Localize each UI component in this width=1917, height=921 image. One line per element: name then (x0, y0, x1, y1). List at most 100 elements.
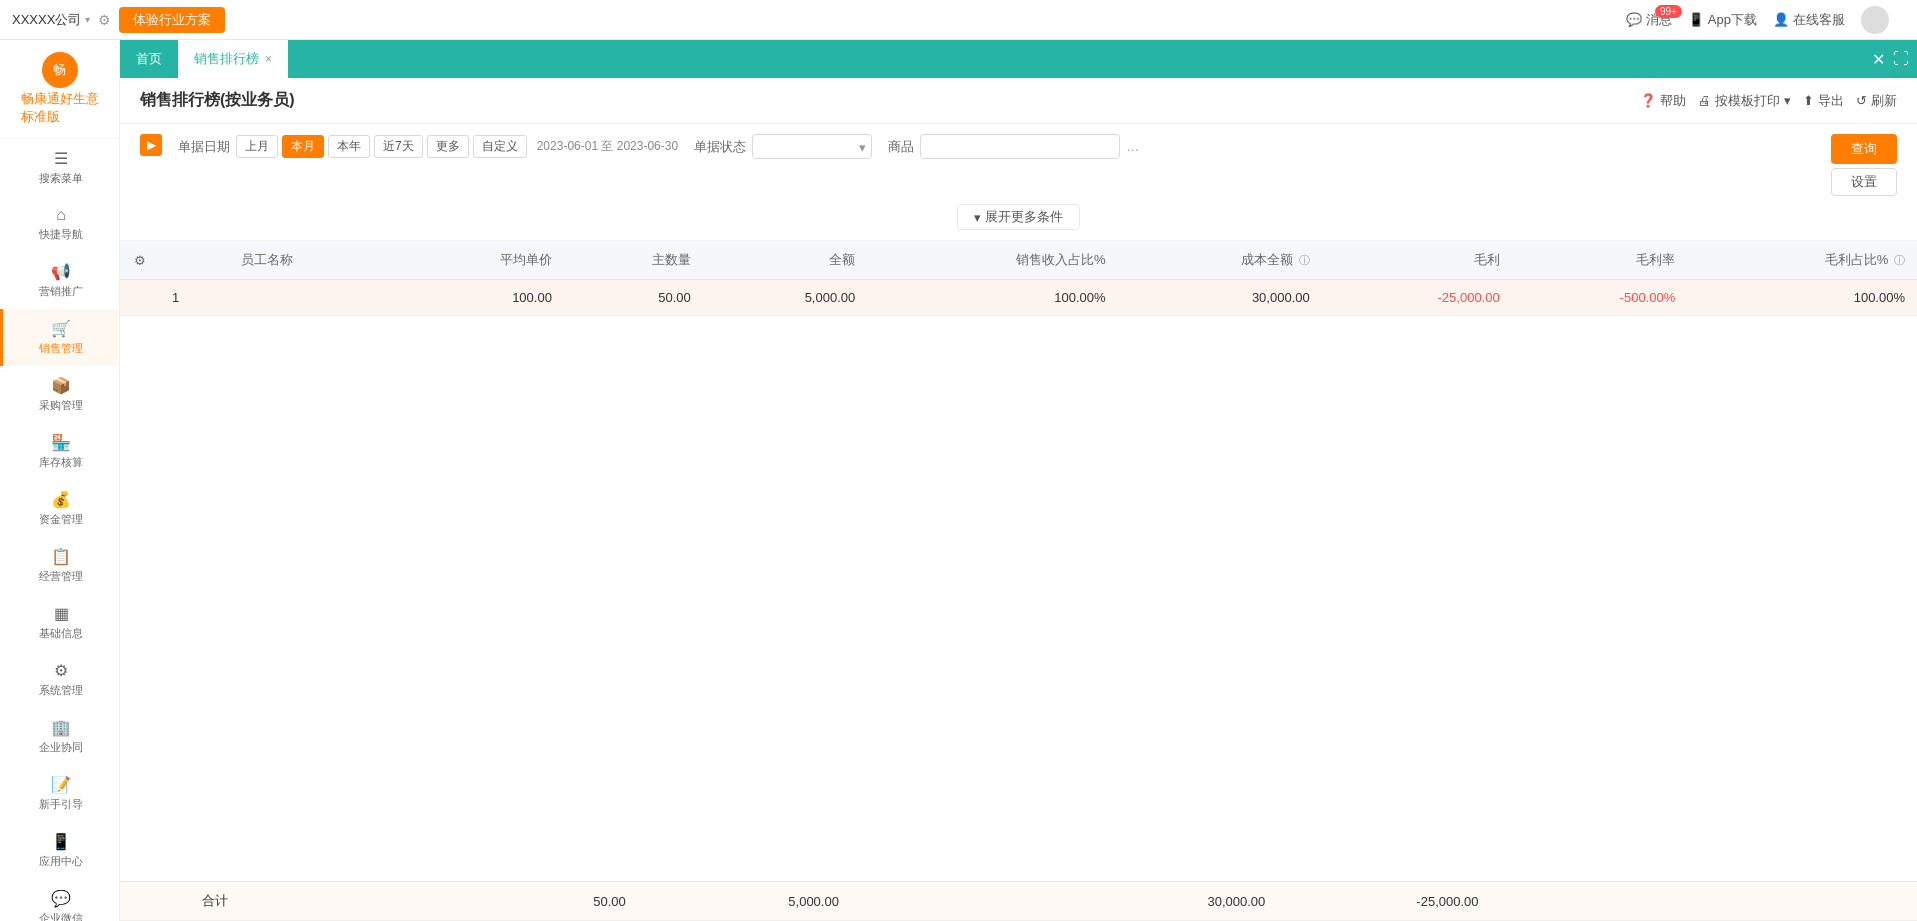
message-badge: 99+ (1655, 5, 1682, 18)
total-cell-quantity: 50.00 (467, 882, 638, 921)
sidebar-item-operations[interactable]: 📋 经营管理 (0, 537, 119, 594)
date-btn-more[interactable]: 更多 (427, 135, 469, 158)
sidebar-item-marketing[interactable]: 📢 营销推广 (0, 252, 119, 309)
col-settings[interactable]: ⚙ (120, 241, 160, 280)
col-amount: 全额 (703, 241, 867, 280)
sidebar-item-label: 新手引导 (39, 797, 83, 812)
logo-char: 畅 (53, 61, 66, 79)
date-btn-this-year[interactable]: 本年 (328, 135, 370, 158)
expand-down-icon: ▾ (974, 210, 981, 225)
cell-sales-ratio: 100.00% (867, 280, 1117, 316)
filter-top-row: ▶ 单据日期 上月 本月 本年 近7天 更多 自定义 (140, 134, 1897, 196)
date-filter: 单据日期 上月 本月 本年 近7天 更多 自定义 2023-06-01 至 20… (178, 135, 678, 158)
online-service[interactable]: 👤 在线客服 (1773, 11, 1845, 29)
date-btn-this-month[interactable]: 本月 (282, 135, 324, 158)
filter-area: ▶ 单据日期 上月 本月 本年 近7天 更多 自定义 (120, 124, 1917, 241)
sidebar-item-basic[interactable]: ▦ 基础信息 (0, 594, 119, 651)
cell-rank: 1 (160, 280, 229, 316)
page-title: 销售排行榜(按业务员) (140, 90, 295, 111)
total-cell-amount: 5,000.00 (638, 882, 851, 921)
service-label: 在线客服 (1793, 11, 1845, 29)
sidebar-item-finance[interactable]: 💰 资金管理 (0, 480, 119, 537)
date-btn-custom[interactable]: 自定义 (473, 135, 527, 158)
sidebar-item-label: 库存核算 (39, 455, 83, 470)
help-icon: ❓ (1640, 93, 1656, 108)
goods-input[interactable] (920, 134, 1120, 159)
tab-bar-right: ✕ ⛶ (1872, 50, 1917, 69)
col-gross: 毛利 (1322, 241, 1512, 280)
export-icon: ⬆ (1803, 93, 1814, 108)
total-cell-empty1 (120, 882, 160, 921)
sidebar-item-label: 资金管理 (39, 512, 83, 527)
filter-expand-arrow[interactable]: ▶ (140, 134, 162, 156)
app-icon: 📱 (1688, 12, 1704, 27)
print-button[interactable]: 🖨 按模板打印 ▾ (1698, 92, 1791, 110)
sidebar-item-label: 应用中心 (39, 854, 83, 869)
sidebar-item-corp[interactable]: 🏢 企业协同 (0, 708, 119, 765)
settings-icon[interactable]: ⚙ (98, 12, 111, 28)
help-button[interactable]: ❓ 帮助 (1640, 92, 1686, 110)
cell-amount: 5,000.00 (703, 280, 867, 316)
cost-info-icon[interactable]: ⓘ (1299, 254, 1310, 266)
tab-sales-ranking[interactable]: 销售排行榜 × (178, 40, 288, 78)
refresh-button[interactable]: ↺ 刷新 (1856, 92, 1897, 110)
expand-button[interactable]: ▾ 展开更多条件 (957, 204, 1080, 230)
goods-more-icon[interactable]: … (1126, 139, 1139, 154)
corp-icon: 🏢 (51, 718, 71, 737)
cell-quantity: 50.00 (564, 280, 703, 316)
sidebar-item-wechat[interactable]: 💬 企业微信 (0, 879, 119, 921)
inventory-icon: 🏪 (51, 433, 71, 452)
app-download[interactable]: 📱 App下载 (1688, 11, 1757, 29)
search-icon: ☰ (54, 149, 68, 168)
date-btn-7days[interactable]: 近7天 (374, 135, 423, 158)
sidebar-item-sales[interactable]: 🛒 销售管理 (0, 309, 119, 366)
finance-icon: 💰 (51, 490, 71, 509)
sidebar-logo: 畅 畅康通好生意 标准版 (0, 40, 119, 139)
sidebar-item-apps[interactable]: 📱 应用中心 (0, 822, 119, 879)
sidebar-item-guide[interactable]: 📝 新手引导 (0, 765, 119, 822)
company-selector[interactable]: XXXXX公司 ▾ (12, 11, 90, 29)
sidebar-item-label: 采购管理 (39, 398, 83, 413)
operations-icon: 📋 (51, 547, 71, 566)
sidebar-item-label: 营销推广 (39, 284, 83, 299)
page-content: 销售排行榜(按业务员) ❓ 帮助 🖨 按模板打印 ▾ ⬆ 导出 (120, 78, 1917, 921)
tab-home[interactable]: 首页 (120, 40, 178, 78)
trial-button[interactable]: 体验行业方案 (119, 7, 225, 33)
total-table: 合计 50.00 5,000.00 30,000.00 -25,000.00 (120, 882, 1917, 921)
total-table-row: 合计 50.00 5,000.00 30,000.00 -25,000.00 (120, 882, 1917, 921)
status-select-wrapper (752, 134, 872, 159)
tab-close-icon[interactable]: × (265, 52, 272, 66)
sidebar-item-inventory[interactable]: 🏪 库存核算 (0, 423, 119, 480)
date-btn-prev-month[interactable]: 上月 (236, 135, 278, 158)
content-area: 首页 销售排行榜 × ✕ ⛶ 销售排行榜(按业务员) ❓ 帮助 (120, 40, 1917, 921)
sidebar-item-label: 系统管理 (39, 683, 83, 698)
col-name: 员工名称 (229, 241, 397, 280)
tab-close-button[interactable]: ✕ (1872, 50, 1885, 69)
date-label: 单据日期 (178, 138, 230, 156)
sidebar-item-nav[interactable]: ⌂ 快捷导航 (0, 196, 119, 252)
sidebar-item-purchase[interactable]: 📦 采购管理 (0, 366, 119, 423)
col-quantity: 主数量 (564, 241, 703, 280)
query-button[interactable]: 查询 (1831, 134, 1897, 164)
settings-button[interactable]: 设置 (1831, 168, 1897, 196)
status-select[interactable] (752, 134, 872, 159)
company-name: XXXXX公司 (12, 11, 81, 29)
export-button[interactable]: ⬆ 导出 (1803, 92, 1844, 110)
top-bar: XXXXX公司 ▾ ⚙ 体验行业方案 💬 消息 99+ 📱 App下载 👤 在线… (0, 0, 1917, 40)
logo-name: 畅康通好生意 标准版 (21, 90, 99, 126)
message-area[interactable]: 💬 消息 99+ (1626, 11, 1672, 29)
cell-gross-rate: -500.00% (1512, 280, 1688, 316)
sidebar-item-search[interactable]: ☰ 搜索菜单 (0, 139, 119, 196)
app-label: App下载 (1708, 11, 1757, 29)
purchase-icon: 📦 (51, 376, 71, 395)
tab-expand-button[interactable]: ⛶ (1893, 50, 1909, 68)
refresh-icon: ↺ (1856, 93, 1867, 108)
ranking-table: ⚙ 员工名称 平均单价 主数量 全额 销售收入占比% 成本全额 ⓘ 毛利 (120, 241, 1917, 316)
avatar[interactable] (1861, 6, 1889, 34)
gross-ratio-info-icon[interactable]: ⓘ (1894, 254, 1905, 266)
sidebar-item-system[interactable]: ⚙ 系统管理 (0, 651, 119, 708)
tab-label: 销售排行榜 (194, 50, 259, 68)
cell-cost: 30,000.00 (1118, 280, 1322, 316)
total-cell-empty4 (851, 882, 1064, 921)
system-icon: ⚙ (54, 661, 68, 680)
